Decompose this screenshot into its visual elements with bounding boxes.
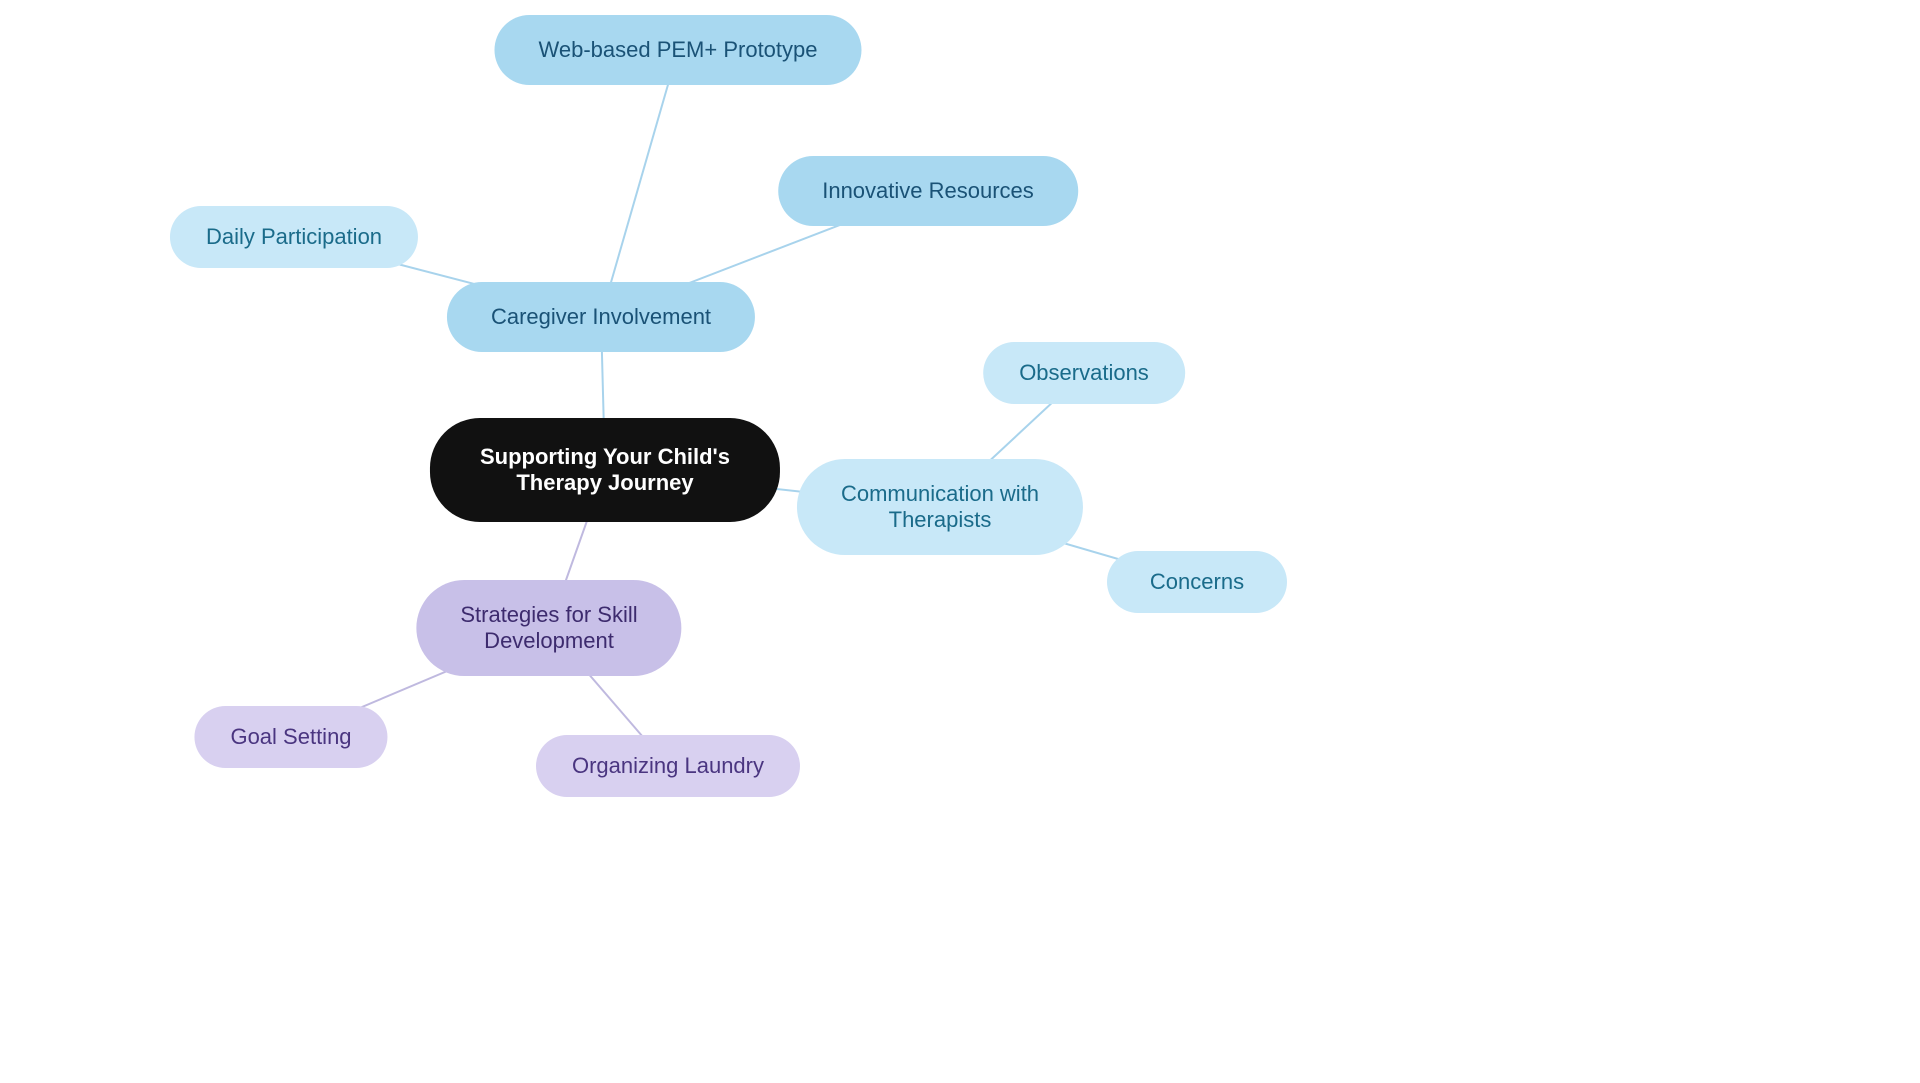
node-dailyParticipation[interactable]: Daily Participation [170, 206, 418, 268]
node-observations[interactable]: Observations [983, 342, 1185, 404]
node-organizingLaundry[interactable]: Organizing Laundry [536, 735, 800, 797]
node-webPrototype[interactable]: Web-based PEM+ Prototype [494, 15, 861, 85]
node-caregiverInvolvement[interactable]: Caregiver Involvement [447, 282, 755, 352]
mind-map: Supporting Your Child'sTherapy Journey We… [0, 0, 1920, 1083]
node-goalSetting[interactable]: Goal Setting [194, 706, 387, 768]
node-communicationTherapists[interactable]: Communication withTherapists [797, 459, 1083, 555]
node-root[interactable]: Supporting Your Child'sTherapy Journey [430, 418, 780, 522]
node-strategiesSkill[interactable]: Strategies for SkillDevelopment [416, 580, 681, 676]
node-concerns[interactable]: Concerns [1107, 551, 1287, 613]
node-innovativeResources[interactable]: Innovative Resources [778, 156, 1078, 226]
